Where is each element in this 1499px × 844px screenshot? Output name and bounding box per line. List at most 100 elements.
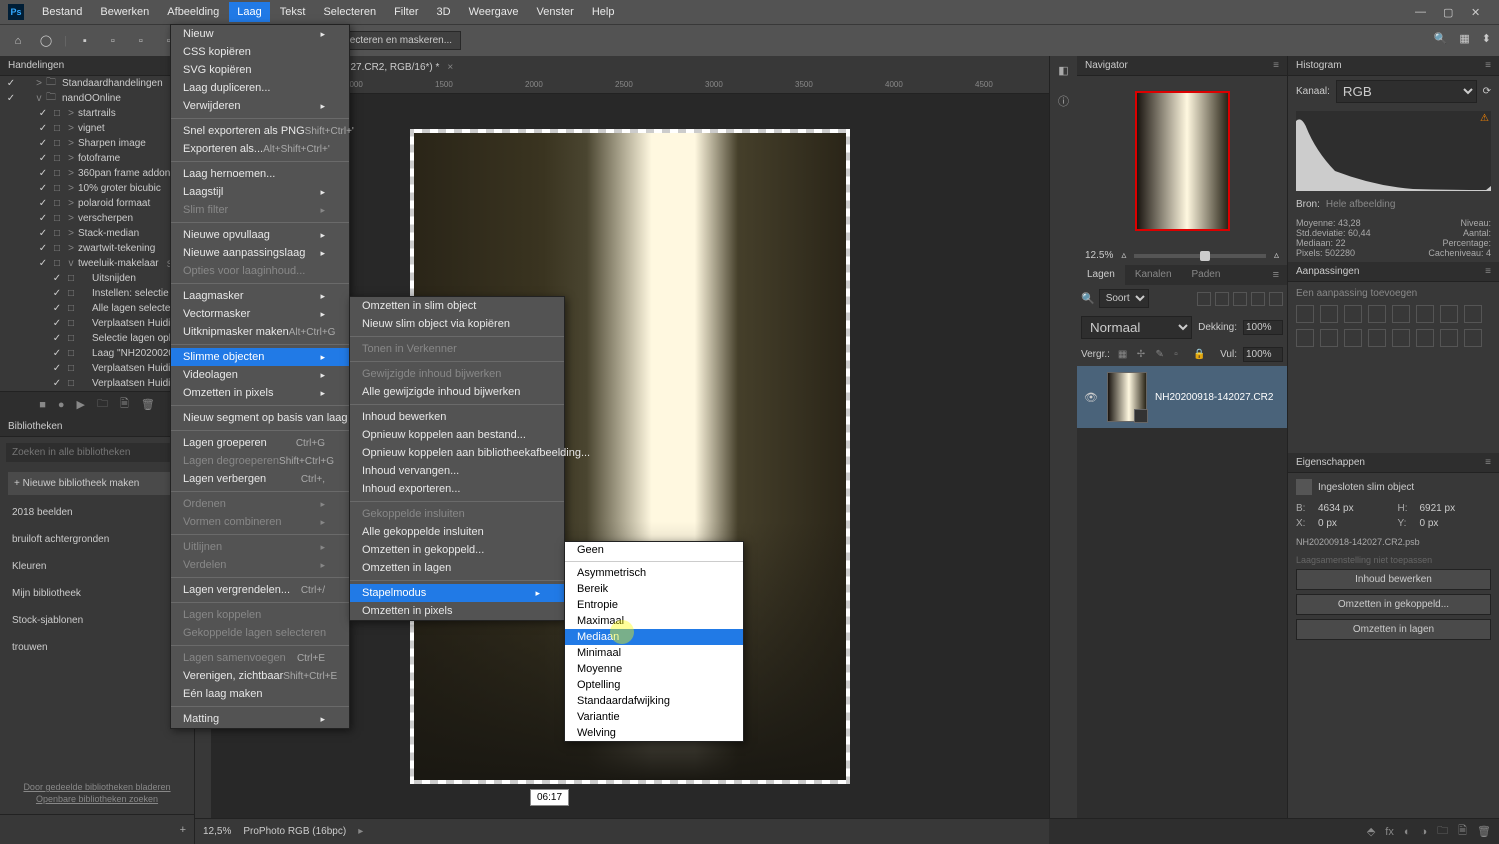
play-icon[interactable]: ▶ [77,398,85,411]
lock-position-icon[interactable]: ✢ [1137,349,1149,361]
zoom-slider[interactable] [1134,254,1266,258]
invert-icon[interactable] [1368,329,1386,347]
panel-menu-icon[interactable]: ≡ [1273,60,1279,71]
filter-shape-icon[interactable] [1251,292,1265,306]
threshold-icon[interactable] [1416,329,1434,347]
lock-icon[interactable]: 🔒 [1193,349,1205,361]
menu-item[interactable]: Vectormasker▸ [171,305,349,323]
new-layer-icon[interactable]: 🗎 [1458,822,1467,841]
action-row[interactable]: ✓□>10% groter bicubic [0,181,194,196]
fill-input[interactable] [1243,347,1283,362]
menu-item[interactable]: Nieuwe aanpassingslaag▸ [171,244,349,262]
panel-menu-icon[interactable]: ≡ [1265,265,1287,285]
filter-type-select[interactable]: Soort [1099,289,1149,308]
colorlookup-icon[interactable] [1344,329,1362,347]
menu-item[interactable]: Verwijderen▸ [171,97,349,115]
menu-item[interactable]: Eén laag maken [171,685,349,703]
library-item[interactable]: Mijn bibliotheek [0,580,194,607]
panel-menu-icon[interactable]: ≡ [1485,457,1491,468]
menu-item[interactable]: Verenigen, zichtbaarShift+Ctrl+E [171,667,349,685]
action-row[interactable]: ✓□Verplaatsen Huidige (Laag [0,376,194,391]
menu-item[interactable]: Entropie [565,597,743,613]
zoom-in-icon[interactable]: ▵ [1274,250,1279,261]
library-search-input[interactable] [6,443,188,462]
menu-item[interactable]: Inhoud vervangen... [350,462,564,480]
menu-3d[interactable]: 3D [429,2,459,22]
layer-name[interactable]: NH20200918-142027.CR2 [1155,392,1273,403]
menu-item[interactable]: Snel exporteren als PNGShift+Ctrl+' [171,122,349,140]
hue-icon[interactable] [1416,305,1434,323]
menu-item[interactable]: Uitknipmasker makenAlt+Ctrl+G [171,323,349,341]
menu-afbeelding[interactable]: Afbeelding [159,2,227,22]
panel-menu-icon[interactable]: ≡ [1485,266,1491,277]
menu-item[interactable]: Omzetten in pixels▸ [171,384,349,402]
library-item[interactable]: Stock-sjablonen [0,607,194,634]
height-value[interactable]: 6921 px [1420,503,1492,514]
curves-icon[interactable] [1344,305,1362,323]
menu-item[interactable]: Nieuwe opvullaag▸ [171,226,349,244]
action-row[interactable]: ✓□>zwartwit-tekening [0,241,194,256]
delete-icon[interactable]: 🗑 [1477,825,1491,838]
menu-item[interactable]: Laagstijl▸ [171,183,349,201]
action-row[interactable]: ✓□>vignet [0,121,194,136]
opacity-input[interactable] [1243,320,1283,335]
link-icon[interactable]: ⬘ [1367,825,1375,838]
menu-item[interactable]: Opnieuw koppelen aan bibliotheekafbeeldi… [350,444,564,462]
menu-bewerken[interactable]: Bewerken [92,2,157,22]
menu-item[interactable]: SVG kopiëren [171,61,349,79]
menu-item[interactable]: Laag dupliceren... [171,79,349,97]
visibility-icon[interactable]: 👁 [1083,391,1099,404]
warning-icon[interactable]: ⚠ [1480,113,1489,124]
menu-item[interactable]: Inhoud exporteren... [350,480,564,498]
marquee-tool-icon[interactable]: ◯ [36,31,56,51]
menu-item[interactable]: Alle gekoppelde insluiten [350,523,564,541]
menu-item[interactable]: Videolagen▸ [171,366,349,384]
fx-icon[interactable]: fx [1385,826,1394,838]
action-row[interactable]: ✓□>Sharpen image [0,136,194,151]
minimize-icon[interactable]: — [1415,6,1427,18]
menu-item[interactable]: Mediaan [565,629,743,645]
menu-item[interactable]: Lagen verbergenCtrl+, [171,470,349,488]
menu-item[interactable]: Nieuw segment op basis van laag [171,409,349,427]
tab-lagen[interactable]: Lagen [1077,265,1125,285]
library-item[interactable]: Kleuren [0,553,194,580]
record-icon[interactable]: ● [58,399,65,411]
menu-item[interactable]: Matting▸ [171,710,349,728]
library-item[interactable]: bruiloft achtergronden [0,526,194,553]
edit-content-button[interactable]: Inhoud bewerken [1296,569,1491,590]
color-profile[interactable]: ProPhoto RGB (16bpc) [243,826,346,837]
menu-item[interactable]: Omzetten in slim object [350,297,564,315]
channel-select[interactable]: RGB [1336,80,1477,103]
menu-item[interactable]: Nieuw▸ [171,25,349,43]
menu-item[interactable]: Stapelmodus▸ [350,584,564,602]
info-icon[interactable]: ⓘ [1058,93,1069,109]
status-arrow-icon[interactable]: ▸ [358,826,363,837]
menu-item[interactable]: CSS kopiëren [171,43,349,61]
menu-venster[interactable]: Venster [529,2,582,22]
posterize-icon[interactable] [1392,329,1410,347]
action-row[interactable]: ✓□Verplaatsen Huidige (Laag [0,316,194,331]
menu-item[interactable]: Omzetten in gekoppeld... [350,541,564,559]
refresh-icon[interactable]: ⟳ [1483,86,1491,97]
menu-item[interactable]: Welving [565,725,743,741]
convert-linked-button[interactable]: Omzetten in gekoppeld... [1296,594,1491,615]
add-selection-icon[interactable]: ▫ [103,31,123,51]
menu-item[interactable]: Slimme objecten▸ [171,348,349,366]
navigator-preview[interactable] [1077,76,1287,246]
action-row[interactable]: ✓□Selectie lagen opheffen Hu [0,331,194,346]
photofilter-icon[interactable] [1296,329,1314,347]
new-action-icon[interactable]: 🗎 [120,395,129,414]
menu-item[interactable]: Lagen vergrendelen...Ctrl+/ [171,581,349,599]
menu-weergave[interactable]: Weergave [461,2,527,22]
new-selection-icon[interactable]: ▪ [75,31,95,51]
action-row[interactable]: ✓□vtweeluik-makelaarShift+ [0,256,194,271]
action-row[interactable]: ✓□>verscherpen [0,211,194,226]
panel-menu-icon[interactable]: ≡ [1485,60,1491,71]
panel-icon[interactable]: ◧ [1058,64,1068,77]
browse-shared-link[interactable]: Door gedeelde bibliotheken bladeren [8,782,186,792]
action-row[interactable]: ✓□>360pan frame addon [0,166,194,181]
menu-item[interactable]: Omzetten in pixels [350,602,564,620]
menu-bestand[interactable]: Bestand [34,2,90,22]
width-value[interactable]: 4634 px [1318,503,1390,514]
channelmixer-icon[interactable] [1320,329,1338,347]
